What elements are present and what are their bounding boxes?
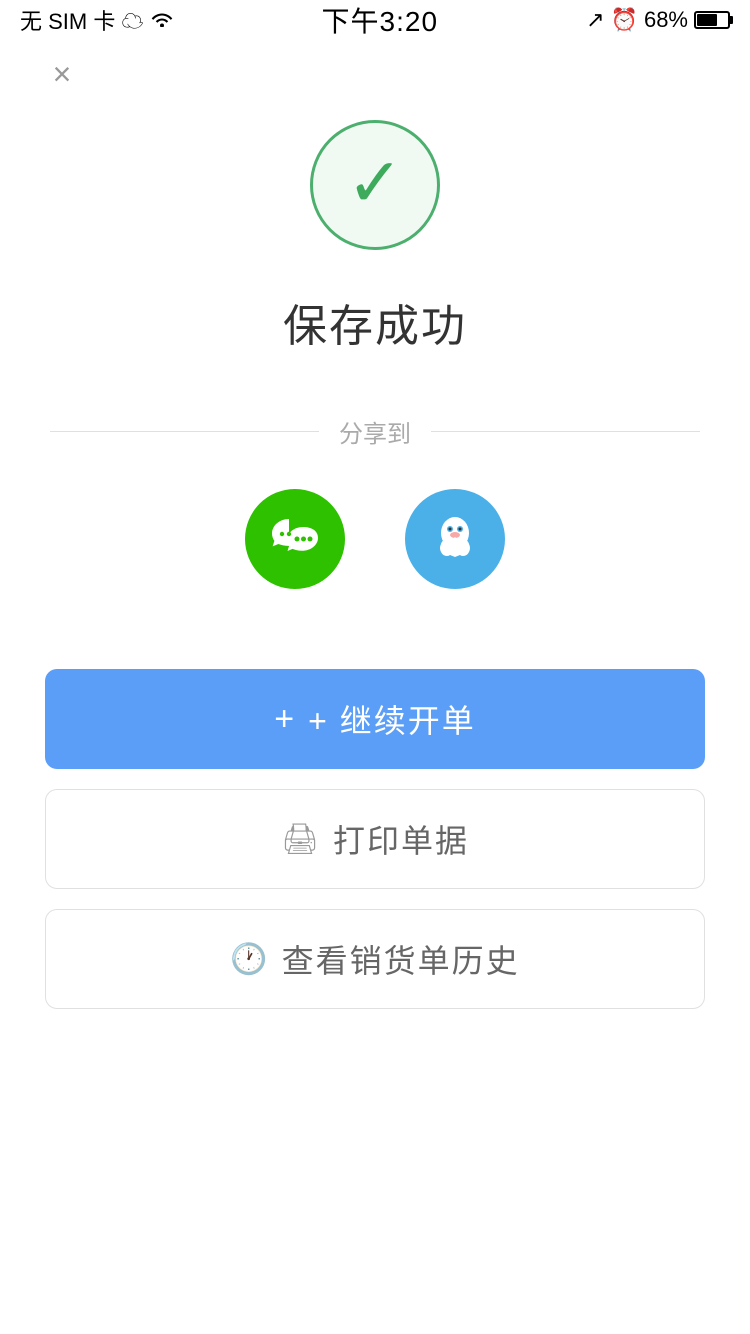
share-label: 分享到 [319, 414, 431, 449]
divider-line-right [431, 431, 700, 432]
print-button[interactable]: 🖨 打印单据 [45, 789, 705, 889]
plus-icon: + [274, 700, 296, 739]
history-label: 查看销货单历史 [282, 936, 520, 982]
wechat-icon [265, 509, 325, 569]
wifi-icon [151, 7, 173, 33]
location-icon: ↗ [586, 7, 604, 33]
action-buttons: + + 继续开单 🖨 打印单据 🕐 查看销货单历史 [45, 669, 705, 1009]
success-title: 保存成功 [283, 290, 467, 354]
main-content: ✓ 保存成功 分享到 [0, 40, 750, 1334]
battery-icon [694, 11, 730, 29]
share-icons-row [245, 489, 505, 589]
checkmark-icon: ✓ [347, 149, 404, 217]
status-time: 下午3:20 [322, 0, 439, 40]
status-left: 无 SIM 卡 ☁ [20, 4, 173, 36]
qq-share-button[interactable] [405, 489, 505, 589]
status-bar: 无 SIM 卡 ☁ 下午3:20 ↗ ⏰ 68% [0, 0, 750, 40]
success-icon-circle: ✓ [310, 120, 440, 250]
divider-line-left [50, 431, 319, 432]
continue-order-button[interactable]: + + 继续开单 [45, 669, 705, 769]
alarm-icon: ⏰ [611, 7, 638, 33]
status-right: ↗ ⏰ 68% [586, 7, 730, 33]
qq-icon [425, 509, 485, 569]
print-label: 打印单据 [333, 816, 469, 862]
wechat-share-button[interactable] [245, 489, 345, 589]
printer-icon: 🖨 [281, 822, 321, 857]
share-divider: 分享到 [0, 414, 750, 449]
history-button[interactable]: 🕐 查看销货单历史 [45, 909, 705, 1009]
no-sim-text: 无 SIM 卡 ☁ [20, 4, 143, 36]
history-icon: 🕐 [230, 942, 269, 977]
continue-order-label: + 继续开单 [308, 696, 476, 742]
battery-text: 68% [644, 7, 688, 33]
